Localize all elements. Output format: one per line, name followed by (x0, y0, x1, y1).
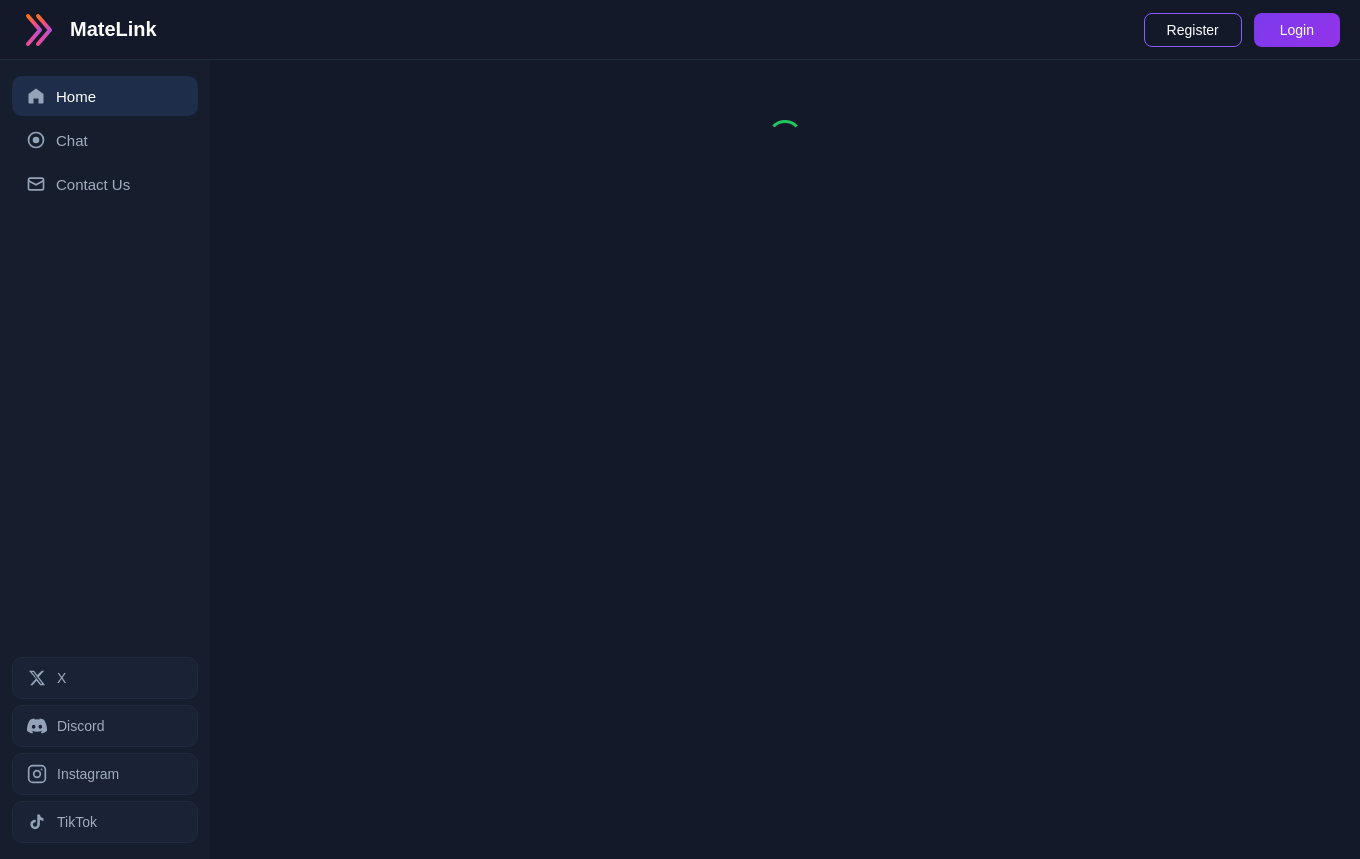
x-label: X (57, 670, 66, 686)
sidebar-social-x[interactable]: X (12, 657, 198, 699)
sidebar-social-tiktok[interactable]: TikTok (12, 801, 198, 843)
brand: MateLink (20, 10, 157, 50)
instagram-label: Instagram (57, 766, 119, 782)
sidebar-item-home[interactable]: Home (12, 76, 198, 116)
discord-label: Discord (57, 718, 104, 734)
x-icon (27, 668, 47, 688)
brand-logo-icon (20, 10, 60, 50)
tiktok-label: TikTok (57, 814, 97, 830)
home-icon (26, 86, 46, 106)
sidebar-contact-label: Contact Us (56, 176, 130, 193)
loading-spinner (767, 120, 803, 156)
register-button[interactable]: Register (1144, 13, 1242, 47)
sidebar-home-label: Home (56, 88, 96, 105)
navbar: MateLink Register Login (0, 0, 1360, 60)
svg-rect-3 (29, 766, 46, 783)
sidebar-nav: Home Chat (12, 76, 198, 653)
sidebar-footer: X Discord (12, 657, 198, 843)
chat-icon (26, 130, 46, 150)
instagram-icon (27, 764, 47, 784)
svg-point-5 (41, 769, 43, 771)
sidebar-chat-label: Chat (56, 132, 88, 149)
sidebar: Home Chat (0, 60, 210, 859)
navbar-buttons: Register Login (1144, 13, 1340, 47)
svg-point-1 (33, 137, 40, 144)
main-layout: Home Chat (0, 60, 1360, 859)
contact-us-icon (26, 174, 46, 194)
tiktok-icon (27, 812, 47, 832)
sidebar-social-instagram[interactable]: Instagram (12, 753, 198, 795)
sidebar-item-contact-us[interactable]: Contact Us (12, 164, 198, 204)
sidebar-social-discord[interactable]: Discord (12, 705, 198, 747)
loading-spinner-container (767, 120, 803, 156)
login-button[interactable]: Login (1254, 13, 1340, 47)
svg-point-4 (34, 771, 41, 778)
sidebar-item-chat[interactable]: Chat (12, 120, 198, 160)
content-area (210, 60, 1360, 859)
brand-name: MateLink (70, 18, 157, 41)
discord-icon (27, 716, 47, 736)
